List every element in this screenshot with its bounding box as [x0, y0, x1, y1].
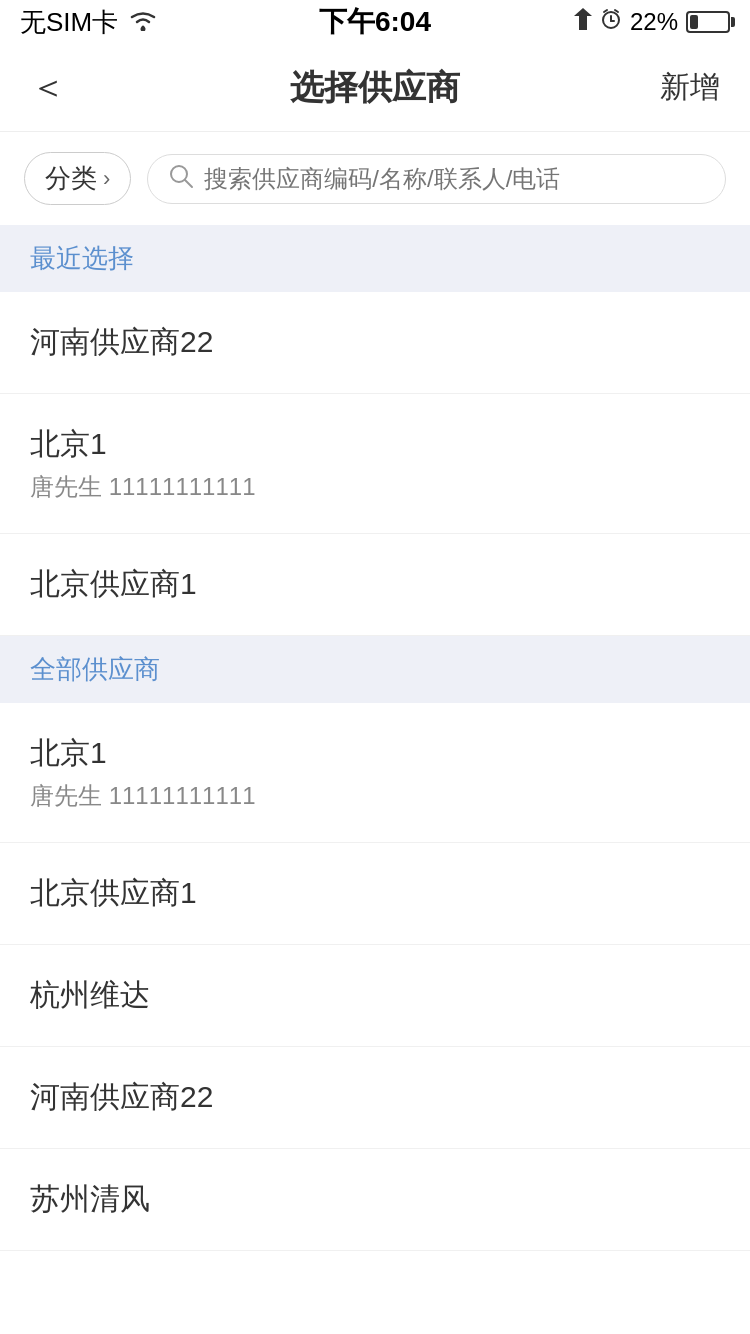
- section-header-recent: 最近选择: [0, 225, 750, 292]
- list-item[interactable]: 北京供应商1: [0, 534, 750, 636]
- list-item[interactable]: 河南供应商22: [0, 1047, 750, 1149]
- item-name: 北京1: [30, 424, 720, 465]
- status-left: 无SIM卡: [20, 5, 158, 40]
- svg-line-5: [615, 10, 618, 12]
- section-header-all: 全部供应商: [0, 636, 750, 703]
- add-button[interactable]: 新增: [660, 67, 720, 108]
- search-input[interactable]: [204, 165, 705, 193]
- item-name: 河南供应商22: [30, 322, 720, 363]
- list-item[interactable]: 苏州清风: [0, 1149, 750, 1251]
- category-filter[interactable]: 分类 ›: [24, 152, 131, 205]
- battery-icon: [686, 11, 730, 33]
- alarm-icon: [600, 8, 622, 36]
- back-button[interactable]: ＜: [30, 63, 90, 112]
- filter-bar: 分类 ›: [0, 132, 750, 225]
- svg-line-7: [185, 180, 192, 187]
- svg-line-4: [604, 10, 607, 12]
- item-name: 北京供应商1: [30, 564, 720, 605]
- carrier-label: 无SIM卡: [20, 5, 118, 40]
- svg-point-0: [141, 26, 146, 31]
- list-item[interactable]: 北京1 唐先生 11111111111: [0, 394, 750, 534]
- item-name: 苏州清风: [30, 1179, 720, 1220]
- wifi-icon: [128, 7, 158, 38]
- item-name: 北京供应商1: [30, 873, 720, 914]
- item-name: 北京1: [30, 733, 720, 774]
- battery-percent: 22%: [630, 8, 678, 36]
- item-name: 河南供应商22: [30, 1077, 720, 1118]
- list-item[interactable]: 杭州维达: [0, 945, 750, 1047]
- list-item[interactable]: 北京供应商1: [0, 843, 750, 945]
- list-item[interactable]: 北京1 唐先生 11111111111: [0, 703, 750, 843]
- category-label: 分类: [45, 161, 97, 196]
- status-right: 22%: [574, 8, 730, 36]
- nav-bar: ＜ 选择供应商 新增: [0, 44, 750, 132]
- item-contact: 唐先生 11111111111: [30, 471, 720, 503]
- item-name: 杭州维达: [30, 975, 720, 1016]
- page-title: 选择供应商: [290, 65, 460, 111]
- list-item[interactable]: 河南供应商22: [0, 292, 750, 394]
- chevron-right-icon: ›: [103, 166, 110, 192]
- status-bar: 无SIM卡 下午6:04 22%: [0, 0, 750, 44]
- status-time: 下午6:04: [319, 3, 431, 41]
- location-icon: [574, 8, 592, 36]
- search-box[interactable]: [147, 154, 726, 204]
- search-icon: [168, 163, 194, 195]
- content-list: 最近选择河南供应商22 北京1 唐先生 11111111111 北京供应商1 全部供应商…: [0, 225, 750, 1251]
- item-contact: 唐先生 11111111111: [30, 780, 720, 812]
